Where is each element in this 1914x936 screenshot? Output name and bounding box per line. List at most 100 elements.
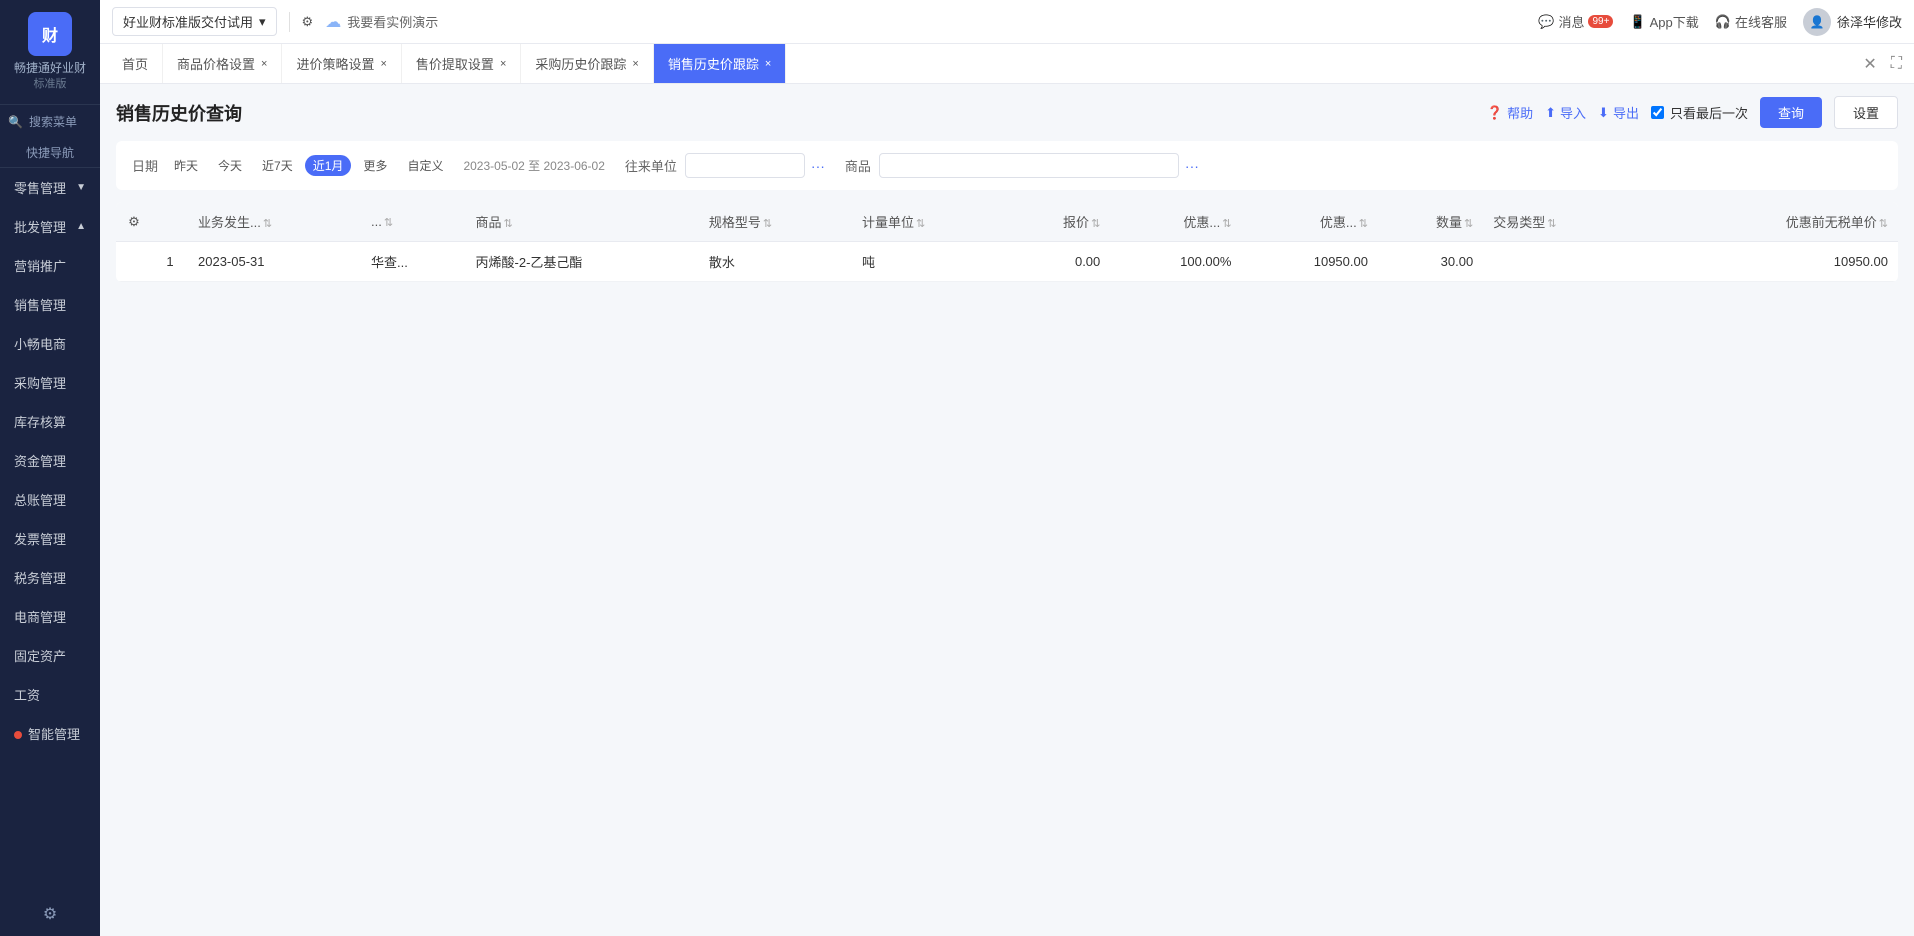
col-spec[interactable]: 规格型号⇅	[699, 202, 852, 242]
only-last-checkbox[interactable]	[1651, 106, 1664, 119]
sidebar-item-marketing[interactable]: 营销推广	[0, 246, 100, 285]
sidebar-item-ecommerce[interactable]: 电商管理	[0, 597, 100, 636]
cell-spec: 散水	[699, 242, 852, 282]
app-name: 畅捷通好业财 标准版	[14, 60, 86, 92]
cell-discount1: 100.00%	[1110, 242, 1241, 282]
sidebar-item-tax[interactable]: 税务管理	[0, 558, 100, 597]
date-btn-last1m[interactable]: 近1月	[305, 155, 352, 176]
tab-purchase-history[interactable]: 采购历史价跟踪 ×	[521, 44, 653, 84]
tab-close-price[interactable]: ×	[261, 58, 267, 70]
avatar: 👤	[1803, 8, 1831, 36]
col-discount2[interactable]: 优惠...⇅	[1241, 202, 1378, 242]
cell-qty: 30.00	[1378, 242, 1483, 282]
col-date[interactable]: 业务发生...⇅	[188, 202, 361, 242]
col-txtype[interactable]: 交易类型⇅	[1483, 202, 1636, 242]
col-product[interactable]: 商品⇅	[466, 202, 699, 242]
tab-price-extract[interactable]: 售价提取设置 ×	[402, 44, 521, 84]
col-more[interactable]: ...⇅	[361, 202, 466, 242]
tab-close-purchase-strategy[interactable]: ×	[380, 58, 386, 70]
table-row: 1 2023-05-31 华查... 丙烯酸-2-乙基己酯 散水 吨 0.00 …	[116, 242, 1898, 282]
sidebar-logo: 财 畅捷通好业财 标准版	[0, 0, 100, 105]
cell-date: 2023-05-31	[188, 242, 361, 282]
sidebar-item-invoice[interactable]: 发票管理	[0, 519, 100, 558]
gear-icon: ⚙	[43, 904, 57, 924]
tab-home[interactable]: 首页	[108, 44, 163, 84]
date-btn-yesterday[interactable]: 昨天	[166, 155, 206, 176]
gear-icon: ⚙	[302, 14, 314, 30]
col-qty[interactable]: 数量⇅	[1378, 202, 1483, 242]
date-filter-group: 日期 昨天 今天 近7天 近1月 更多 自定义 2023-05-02 至 202…	[132, 155, 605, 176]
user-menu-btn[interactable]: 👤 徐泽华修改	[1803, 8, 1902, 36]
only-last-checkbox-wrap: 只看最后一次	[1651, 103, 1748, 122]
date-btn-custom[interactable]: 自定义	[399, 155, 451, 176]
customer-dots-btn[interactable]: ···	[811, 158, 825, 174]
demo-btn[interactable]: 我要看实例演示	[325, 12, 438, 32]
smart-dot	[14, 731, 22, 739]
sort-icon: ⇅	[384, 217, 393, 229]
date-btn-today[interactable]: 今天	[210, 155, 250, 176]
search-icon: 🔍	[8, 115, 23, 129]
date-label: 日期	[132, 156, 158, 175]
app-download-btn[interactable]: 📱 App下载	[1629, 12, 1698, 31]
sidebar-item-xc-ecommerce[interactable]: 小畅电商	[0, 324, 100, 363]
gear-icon[interactable]: ⚙	[128, 214, 140, 229]
maximize-icon[interactable]: ⛶	[1891, 55, 1902, 73]
sidebar-item-wholesale[interactable]: 批发管理 ▲	[0, 207, 100, 246]
sidebar-item-finance[interactable]: 资金管理	[0, 441, 100, 480]
message-btn[interactable]: 💬 消息 99+	[1538, 12, 1613, 31]
quick-nav[interactable]: 快捷导航	[0, 138, 100, 168]
col-pretax[interactable]: 优惠前无税单价⇅	[1673, 202, 1898, 242]
cell-txtype	[1483, 242, 1636, 282]
settings-btn[interactable]: 设置	[1834, 96, 1898, 129]
tab-close-sales-history[interactable]: ×	[765, 58, 771, 70]
product-dots-btn[interactable]: ···	[1185, 158, 1199, 174]
date-options: 昨天 今天 近7天 近1月 更多 自定义	[166, 155, 451, 176]
date-btn-more[interactable]: 更多	[355, 155, 395, 176]
cloud-icon	[325, 12, 341, 32]
col-discount1[interactable]: 优惠...⇅	[1110, 202, 1241, 242]
cell-product: 丙烯酸-2-乙基己酯	[466, 242, 699, 282]
window-close-btn[interactable]: ✕ ⛶	[1863, 54, 1902, 74]
user-icon: 👤	[1810, 15, 1825, 29]
col-unit[interactable]: 计量单位⇅	[852, 202, 1005, 242]
query-btn[interactable]: 查询	[1760, 97, 1822, 128]
sidebar-item-assets[interactable]: 固定资产	[0, 636, 100, 675]
sidebar-item-retail[interactable]: 零售管理 ▼	[0, 168, 100, 207]
cell-pretax: 10950.00	[1673, 242, 1898, 282]
help-link[interactable]: ❓ 帮助	[1487, 103, 1533, 122]
customer-input-wrap: ···	[685, 153, 825, 178]
customer-input[interactable]	[685, 153, 805, 178]
sidebar-item-smart[interactable]: 智能管理	[0, 714, 100, 753]
logo-icon: 财	[28, 12, 72, 56]
sidebar: 财 畅捷通好业财 标准版 🔍 搜索菜单 快捷导航 零售管理 ▼ 批发管理 ▲ 营…	[0, 0, 100, 936]
sidebar-item-sales[interactable]: 销售管理	[0, 285, 100, 324]
sidebar-item-purchase[interactable]: 采购管理	[0, 363, 100, 402]
sidebar-settings-btn[interactable]: ⚙	[0, 892, 100, 936]
export-btn[interactable]: ⬇ 导出	[1598, 103, 1639, 122]
version-selector[interactable]: 好业财标准版交付试用 ▾	[112, 7, 277, 36]
sort-icon: ⇅	[1879, 218, 1888, 230]
date-range-display: 2023-05-02 至 2023-06-02	[463, 157, 604, 174]
tab-sales-history[interactable]: 销售历史价跟踪 ×	[654, 44, 786, 84]
tab-close-price-extract[interactable]: ×	[500, 58, 506, 70]
sidebar-item-accounting[interactable]: 总账管理	[0, 480, 100, 519]
close-icon[interactable]: ✕	[1863, 54, 1876, 74]
filter-bar: 日期 昨天 今天 近7天 近1月 更多 自定义 2023-05-02 至 202…	[116, 141, 1898, 190]
cell-more: 华查...	[361, 242, 466, 282]
search-menu[interactable]: 🔍 搜索菜单	[0, 105, 100, 138]
divider	[289, 12, 290, 32]
tab-close-purchase-history[interactable]: ×	[632, 58, 638, 70]
service-btn[interactable]: 🎧 在线客服	[1715, 12, 1787, 31]
sidebar-item-salary[interactable]: 工资	[0, 675, 100, 714]
sort-icon: ⇅	[763, 218, 772, 230]
sidebar-item-inventory[interactable]: 库存核算	[0, 402, 100, 441]
product-input[interactable]	[879, 153, 1179, 178]
tab-price[interactable]: 商品价格设置 ×	[163, 44, 282, 84]
gear-btn[interactable]: ⚙	[302, 14, 314, 30]
import-btn[interactable]: ⬆ 导入	[1545, 103, 1586, 122]
tab-purchase-strategy[interactable]: 进价策略设置 ×	[282, 44, 401, 84]
date-btn-last7[interactable]: 近7天	[254, 155, 301, 176]
col-price[interactable]: 报价⇅	[1005, 202, 1110, 242]
import-icon: ⬆	[1545, 105, 1556, 121]
col-seq	[152, 202, 188, 242]
